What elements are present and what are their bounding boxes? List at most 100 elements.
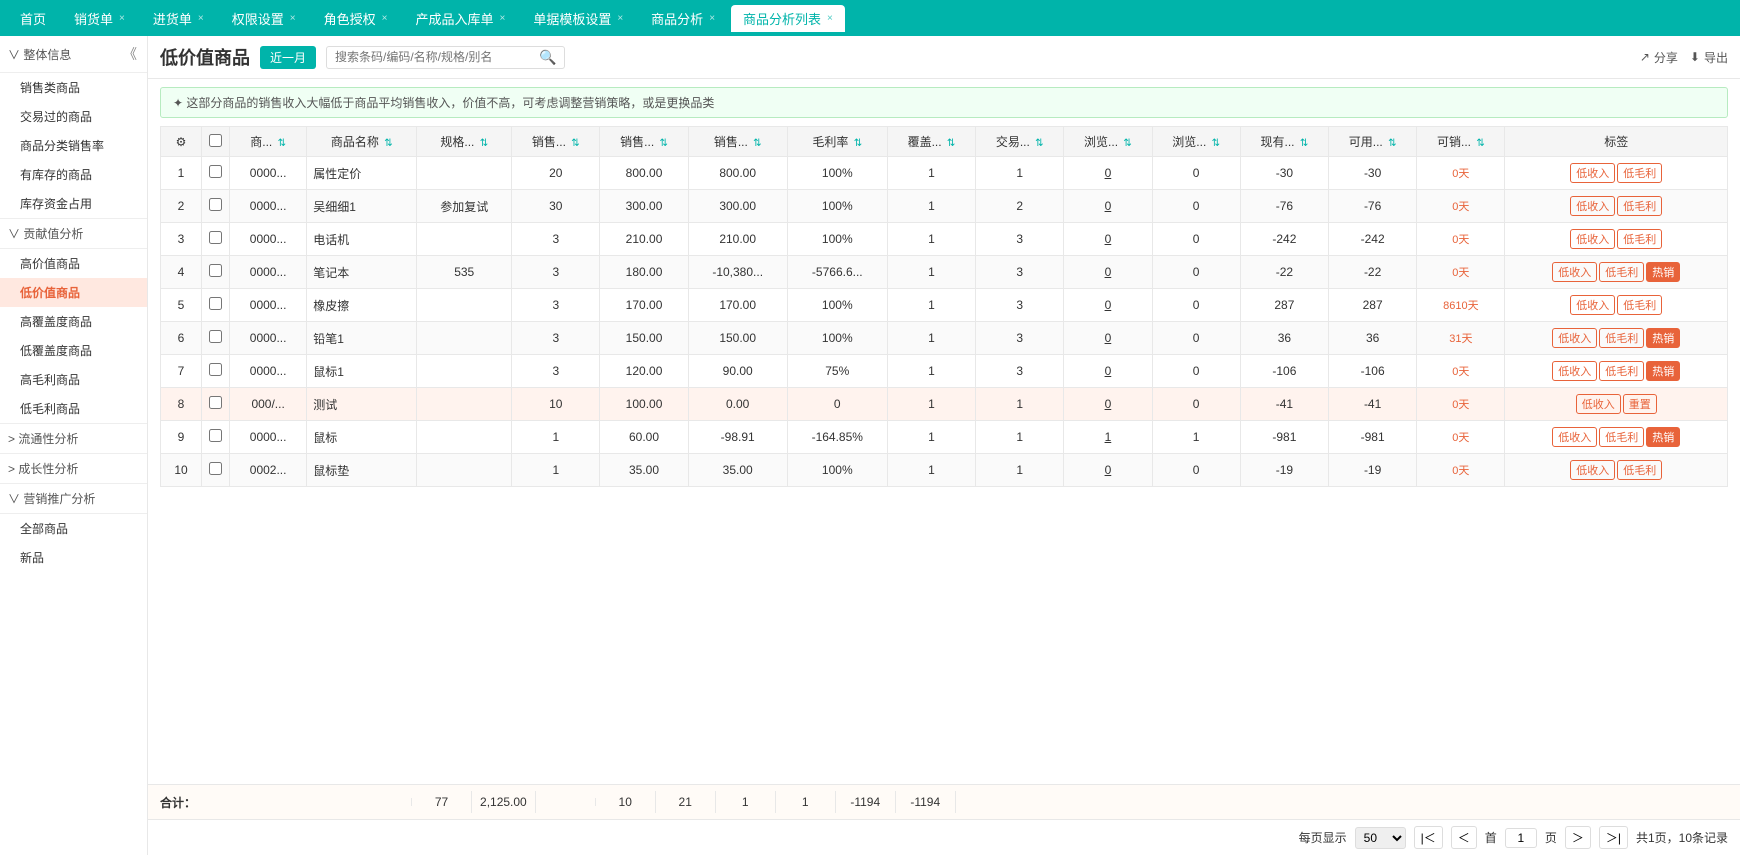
row-checkbox-input[interactable]	[209, 330, 222, 343]
col-name[interactable]: 商品名称 ⇅	[307, 127, 417, 157]
sidebar-item-low-margin[interactable]: 低毛利商品	[0, 394, 147, 423]
sidebar-item-low-coverage[interactable]: 低覆盖度商品	[0, 336, 147, 365]
row-name[interactable]: 笔记本	[307, 256, 417, 289]
prev-page-btn[interactable]: ＜	[1451, 826, 1477, 849]
sidebar-item-stock-capital[interactable]: 库存资金占用	[0, 189, 147, 218]
col-transaction[interactable]: 交易... ⇅	[976, 127, 1064, 157]
nav-template-close[interactable]: ×	[617, 13, 623, 24]
nav-purchase[interactable]: 进货单 ×	[141, 5, 216, 32]
row-checkbox[interactable]	[201, 256, 229, 289]
row-view1[interactable]: 0	[1064, 289, 1152, 322]
row-checkbox[interactable]	[201, 388, 229, 421]
col-sale-amount[interactable]: 销售... ⇅	[688, 127, 787, 157]
export-btn[interactable]: ⬇ 导出	[1690, 49, 1728, 66]
row-view1[interactable]: 0	[1064, 355, 1152, 388]
search-icon[interactable]: 🔍	[539, 49, 556, 66]
sidebar-item-high-value[interactable]: 高价值商品	[0, 249, 147, 278]
row-checkbox[interactable]	[201, 322, 229, 355]
row-view1[interactable]: 0	[1064, 157, 1152, 190]
nav-home[interactable]: 首页	[8, 5, 58, 32]
row-name[interactable]: 测试	[307, 388, 417, 421]
select-all-checkbox[interactable]	[209, 134, 222, 147]
row-checkbox-input[interactable]	[209, 198, 222, 211]
col-coverage[interactable]: 覆盖... ⇅	[887, 127, 975, 157]
col-view2[interactable]: 浏览... ⇅	[1152, 127, 1240, 157]
row-name[interactable]: 铅笔1	[307, 322, 417, 355]
row-name[interactable]: 鼠标垫	[307, 454, 417, 487]
nav-product-analysis[interactable]: 商品分析 ×	[639, 5, 727, 32]
page-size-select[interactable]: 50 100 200	[1355, 827, 1406, 849]
row-checkbox-input[interactable]	[209, 396, 222, 409]
row-view1[interactable]: 0	[1064, 256, 1152, 289]
col-sale-qty[interactable]: 销售... ⇅	[512, 127, 600, 157]
nav-sales[interactable]: 销货单 ×	[62, 5, 137, 32]
nav-product-analysis-list-close[interactable]: ×	[827, 13, 833, 24]
sidebar-item-high-coverage[interactable]: 高覆盖度商品	[0, 307, 147, 336]
row-spec	[417, 388, 512, 421]
row-view1[interactable]: 0	[1064, 454, 1152, 487]
col-code[interactable]: 商... ⇅	[229, 127, 306, 157]
row-view1[interactable]: 0	[1064, 322, 1152, 355]
row-checkbox-input[interactable]	[209, 231, 222, 244]
col-checkbox[interactable]	[201, 127, 229, 157]
sidebar-item-new-products[interactable]: 新品	[0, 543, 147, 572]
nav-permissions[interactable]: 权限设置 ×	[220, 5, 308, 32]
col-gross-margin[interactable]: 毛利率 ⇅	[787, 127, 887, 157]
sidebar-item-low-value[interactable]: 低价值商品	[0, 278, 147, 307]
nav-roles[interactable]: 角色授权 ×	[312, 5, 400, 32]
nav-product-analysis-close[interactable]: ×	[709, 13, 715, 24]
row-checkbox-input[interactable]	[209, 297, 222, 310]
search-input[interactable]	[335, 50, 535, 64]
col-sellable[interactable]: 可销... ⇅	[1417, 127, 1505, 157]
col-view1[interactable]: 浏览... ⇅	[1064, 127, 1152, 157]
next-page-btn[interactable]: ＞	[1565, 826, 1591, 849]
row-view1[interactable]: 0	[1064, 223, 1152, 256]
last-page-btn[interactable]: ＞|	[1599, 826, 1628, 849]
filter-btn[interactable]: 近一月	[260, 46, 316, 69]
row-checkbox-input[interactable]	[209, 165, 222, 178]
nav-purchase-close[interactable]: ×	[198, 13, 204, 24]
nav-template[interactable]: 单据模板设置 ×	[521, 5, 635, 32]
row-checkbox[interactable]	[201, 289, 229, 322]
col-settings[interactable]: ⚙	[161, 127, 202, 157]
sidebar-item-traded-products[interactable]: 交易过的商品	[0, 102, 147, 131]
sidebar-item-category-sales[interactable]: 商品分类销售率	[0, 131, 147, 160]
nav-product-analysis-list[interactable]: 商品分析列表 ×	[731, 5, 845, 32]
row-name[interactable]: 橡皮擦	[307, 289, 417, 322]
row-view1[interactable]: 0	[1064, 190, 1152, 223]
row-checkbox[interactable]	[201, 157, 229, 190]
col-sale-price[interactable]: 销售... ⇅	[600, 127, 688, 157]
col-available-stock[interactable]: 可用... ⇅	[1329, 127, 1417, 157]
row-checkbox[interactable]	[201, 454, 229, 487]
row-checkbox-input[interactable]	[209, 462, 222, 475]
first-page-btn[interactable]: |＜	[1414, 826, 1443, 849]
row-checkbox[interactable]	[201, 421, 229, 454]
row-name[interactable]: 鼠标1	[307, 355, 417, 388]
row-view1[interactable]: 0	[1064, 388, 1152, 421]
row-name[interactable]: 吴细细1	[307, 190, 417, 223]
row-name[interactable]: 鼠标	[307, 421, 417, 454]
page-input[interactable]	[1505, 828, 1537, 848]
nav-product-entry-close[interactable]: ×	[499, 13, 505, 24]
row-name[interactable]: 电话机	[307, 223, 417, 256]
nav-roles-close[interactable]: ×	[382, 13, 388, 24]
row-checkbox-input[interactable]	[209, 363, 222, 376]
row-checkbox-input[interactable]	[209, 264, 222, 277]
sidebar-item-stock-products[interactable]: 有库存的商品	[0, 160, 147, 189]
sidebar-item-all-products[interactable]: 全部商品	[0, 514, 147, 543]
col-current-stock[interactable]: 现有... ⇅	[1240, 127, 1328, 157]
nav-product-entry[interactable]: 产成品入库单 ×	[403, 5, 517, 32]
row-checkbox[interactable]	[201, 190, 229, 223]
sidebar-item-high-margin[interactable]: 高毛利商品	[0, 365, 147, 394]
row-checkbox-input[interactable]	[209, 429, 222, 442]
nav-permissions-close[interactable]: ×	[290, 13, 296, 24]
row-name[interactable]: 属性定价	[307, 157, 417, 190]
sidebar-collapse-btn[interactable]: 《	[121, 42, 139, 66]
nav-sales-close[interactable]: ×	[119, 13, 125, 24]
row-checkbox[interactable]	[201, 355, 229, 388]
share-btn[interactable]: ↗ 分享	[1640, 49, 1678, 66]
sidebar-item-sales-products[interactable]: 销售类商品	[0, 73, 147, 102]
row-checkbox[interactable]	[201, 223, 229, 256]
col-spec[interactable]: 规格... ⇅	[417, 127, 512, 157]
row-view1[interactable]: 1	[1064, 421, 1152, 454]
